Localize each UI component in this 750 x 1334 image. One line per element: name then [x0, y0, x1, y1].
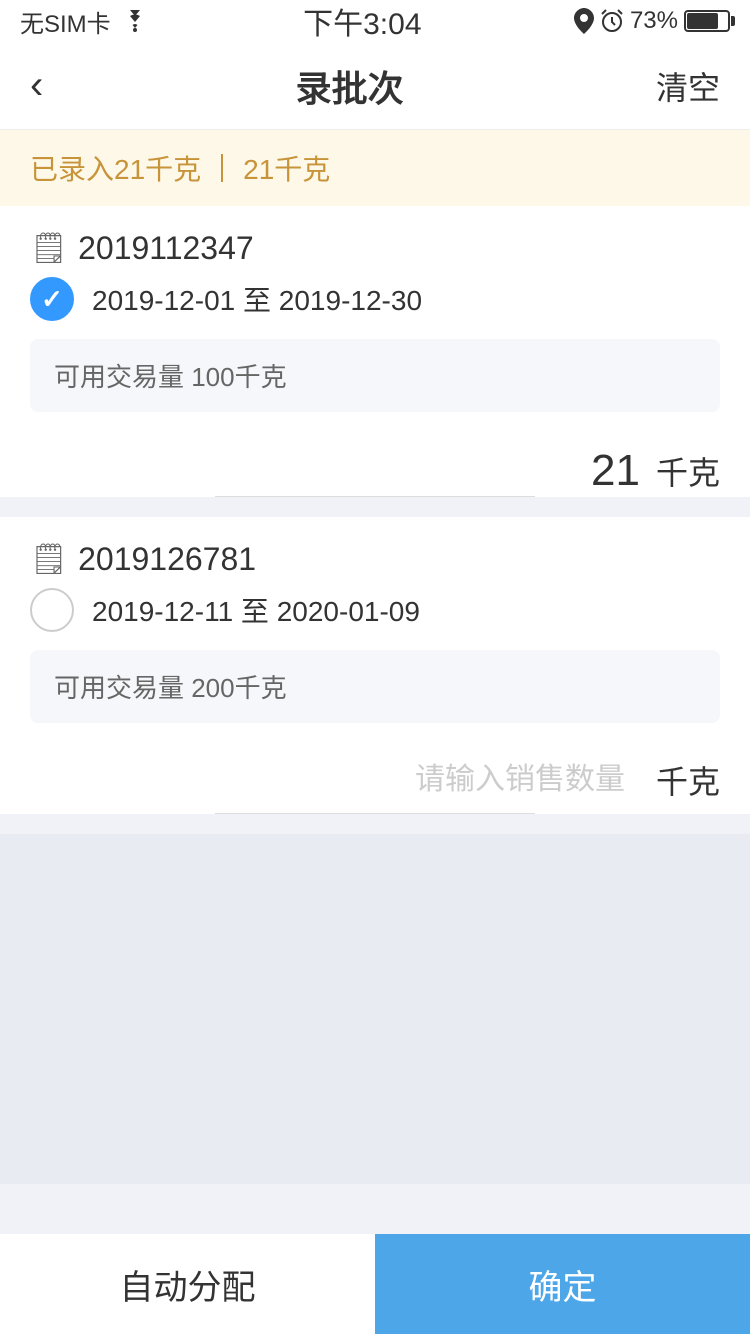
alarm-icon: [600, 8, 624, 34]
batch2-icon: 🗒: [30, 542, 68, 577]
batch2-avail: 可用交易量 200千克: [30, 650, 720, 723]
batch-card-2: 🗒 2019126781 2019-12-11 至 2020-01-09 可用交…: [0, 517, 750, 814]
batch2-row[interactable]: 2019-12-11 至 2020-01-09: [0, 578, 750, 642]
status-left: 无SIM卡: [20, 4, 151, 39]
battery-text: 73%: [630, 7, 678, 35]
info-value: 21千克: [243, 148, 330, 188]
batch2-divider: [215, 813, 535, 814]
auto-distribute-button[interactable]: 自动分配: [0, 1234, 375, 1334]
status-bar: 无SIM卡 下午3:04 73%: [0, 0, 750, 42]
batch2-qty-input[interactable]: [340, 763, 640, 797]
info-divider: [221, 154, 223, 182]
batch2-id: 2019126781: [78, 541, 256, 578]
location-icon: [574, 8, 594, 34]
status-time: 下午3:04: [303, 0, 421, 43]
batch1-date: 2019-12-01 至 2019-12-30: [92, 279, 422, 319]
gray-area: [0, 834, 750, 1184]
back-button[interactable]: ‹: [30, 63, 43, 108]
batch1-icon: 🗒: [30, 231, 68, 266]
batch1-id: 2019112347: [78, 230, 254, 267]
info-label: 已录入21千克: [30, 148, 201, 188]
batch1-row[interactable]: 2019-12-01 至 2019-12-30: [0, 267, 750, 331]
batch2-date: 2019-12-11 至 2020-01-09: [92, 590, 420, 630]
batch1-avail: 可用交易量 100千克: [30, 339, 720, 412]
batch2-unit: 千克: [656, 757, 720, 803]
page-content: 已录入21千克 21千克 🗒 2019112347 2019-12-01 至 2…: [0, 130, 750, 1284]
batch-card-1: 🗒 2019112347 2019-12-01 至 2019-12-30 可用交…: [0, 206, 750, 497]
status-right: 73%: [574, 7, 730, 35]
batch1-header: 🗒 2019112347: [0, 206, 750, 267]
batch2-avail-label: 可用交易量 200千克: [54, 673, 287, 703]
batch1-avail-label: 可用交易量 100千克: [54, 362, 287, 392]
batch1-quantity: 21: [591, 446, 640, 496]
info-banner: 已录入21千克 21千克: [0, 130, 750, 206]
confirm-button[interactable]: 确定: [375, 1234, 750, 1334]
battery-icon: [684, 10, 730, 32]
nav-bar: ‹ 录批次 清空: [0, 42, 750, 130]
batch2-radio[interactable]: [30, 588, 74, 632]
batch1-quantity-row: 21 千克: [0, 432, 750, 496]
batch1-radio[interactable]: [30, 277, 74, 321]
wifi-icon: [119, 10, 151, 32]
carrier-text: 无SIM卡: [20, 4, 111, 39]
batch2-input-row: 千克: [0, 743, 750, 803]
batch1-divider: [215, 496, 535, 497]
clear-button[interactable]: 清空: [656, 63, 720, 109]
bottom-bar: 自动分配 确定: [0, 1234, 750, 1334]
batch2-header: 🗒 2019126781: [0, 517, 750, 578]
page-title: 录批次: [296, 60, 404, 112]
batch1-unit: 千克: [656, 448, 720, 494]
